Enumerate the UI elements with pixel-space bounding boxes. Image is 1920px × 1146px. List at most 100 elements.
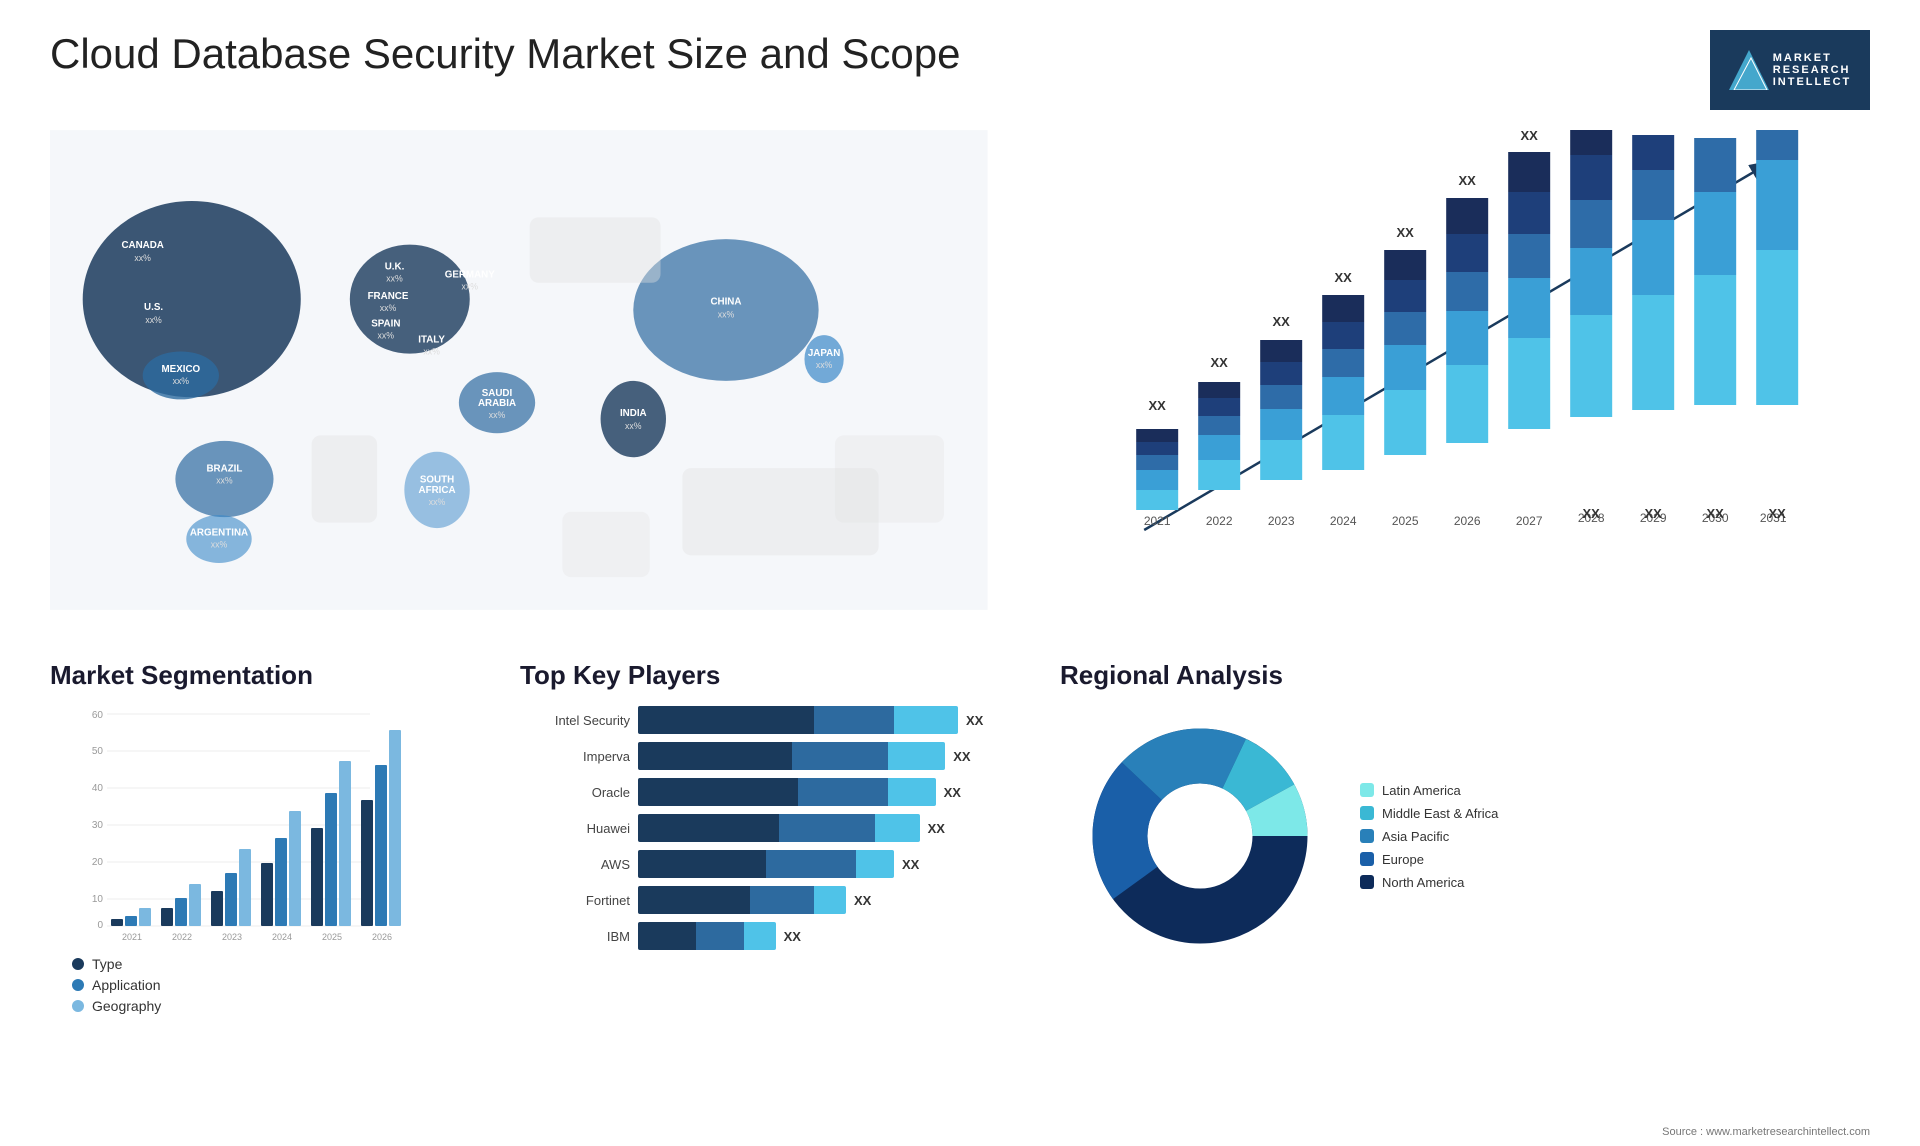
south-africa-label: SOUTH (420, 474, 454, 485)
regional-section: Regional Analysis (1060, 660, 1870, 966)
player-row: Intel Security XX (520, 706, 1040, 734)
page-title: Cloud Database Security Market Size and … (50, 30, 961, 78)
germany-label: GERMANY (445, 269, 496, 280)
bar-2021-s3 (1136, 455, 1178, 470)
france-label: FRANCE (368, 291, 409, 302)
player-bar-dark (638, 706, 814, 734)
player-bar-light (875, 814, 920, 842)
player-bar-mid (779, 814, 875, 842)
player-bar-light (856, 850, 894, 878)
brazil-label: BRAZIL (206, 463, 242, 474)
seg-x-2025: 2025 (322, 932, 342, 942)
player-bar-wrap: XX (638, 886, 1040, 914)
donut-chart (1060, 706, 1340, 966)
saudi-value: xx% (489, 410, 506, 420)
legend-geo: Geography (72, 998, 500, 1014)
logo: MARKET RESEARCH INTELLECT (1710, 30, 1870, 110)
legend-type-dot (72, 958, 84, 970)
player-bar-wrap: XX (638, 778, 1040, 806)
player-bar-wrap: XX (638, 706, 1040, 734)
player-bar-dark (638, 886, 750, 914)
year-2023: 2023 (1267, 514, 1294, 528)
argentina-value: xx% (211, 540, 228, 550)
bar-label-2021: XX (1148, 398, 1166, 413)
uk-value: xx% (386, 274, 403, 284)
player-name: Huawei (520, 821, 630, 836)
growth-chart-svg: XX 2021 XX 2022 XX (1018, 130, 1870, 600)
legend-app: Application (72, 977, 500, 993)
saudi-label2: ARABIA (478, 398, 516, 409)
player-row: Fortinet XX (520, 886, 1040, 914)
player-value: XX (928, 821, 945, 836)
year-2024: 2024 (1329, 514, 1356, 528)
player-bar-mid (798, 778, 888, 806)
bar-label-2023: XX (1272, 314, 1290, 329)
south-africa-value: xx% (429, 497, 446, 507)
player-value: XX (944, 785, 961, 800)
y-label-40: 40 (92, 783, 104, 794)
legend-na: North America (1360, 875, 1498, 890)
bar-label-2031: XX (1768, 506, 1786, 521)
player-row: Imperva XX (520, 742, 1040, 770)
japan-value: xx% (816, 360, 833, 370)
canada-value: xx% (134, 253, 151, 263)
top-section: CANADA xx% U.S. xx% MEXICO xx% BRAZIL xx… (50, 130, 1870, 630)
seg-x-2026: 2026 (372, 932, 392, 942)
legend-app-dot (72, 979, 84, 991)
player-bar-dark (638, 850, 766, 878)
player-name: Oracle (520, 785, 630, 800)
player-name: AWS (520, 857, 630, 872)
players-list: Intel Security XX Imperva XX Oracle XX H… (520, 706, 1040, 950)
player-name: Fortinet (520, 893, 630, 908)
bar-2021-s2 (1136, 442, 1178, 455)
player-bar-light (894, 706, 958, 734)
y-label-50: 50 (92, 746, 104, 757)
year-2021: 2021 (1143, 514, 1170, 528)
player-bar-mid (766, 850, 856, 878)
player-row: Oracle XX (520, 778, 1040, 806)
legend-type: Type (72, 956, 500, 972)
source-text: Source : www.marketresearchintellect.com (1662, 1126, 1870, 1138)
seg-bar-2021-geo (139, 908, 151, 926)
japan-label: JAPAN (808, 348, 840, 359)
legend-mea-label: Middle East & Africa (1382, 806, 1498, 821)
player-bar-dark (638, 922, 696, 950)
player-name: IBM (520, 929, 630, 944)
logo-icon (1729, 50, 1769, 90)
year-2026: 2026 (1453, 514, 1480, 528)
us-value: xx% (145, 315, 162, 325)
player-value: XX (966, 713, 983, 728)
canada-label: CANADA (121, 240, 163, 251)
player-row: AWS XX (520, 850, 1040, 878)
donut-wrap: Latin America Middle East & Africa Asia … (1060, 706, 1870, 966)
player-bar-light (888, 778, 936, 806)
key-players-section: Top Key Players Intel Security XX Imperv… (520, 660, 1040, 966)
seg-x-2023: 2023 (222, 932, 242, 942)
seg-chart-svg: 60 50 40 30 20 10 0 (50, 706, 500, 946)
segmentation-section: Market Segmentation 60 50 40 30 20 10 0 (50, 660, 500, 966)
seg-bar-2021-type (111, 919, 123, 926)
logo-line3: INTELLECT (1773, 76, 1852, 88)
player-bar-light (814, 886, 846, 914)
page: Cloud Database Security Market Size and … (0, 0, 1920, 1146)
logo-box: MARKET RESEARCH INTELLECT (1710, 30, 1870, 110)
legend-europe-label: Europe (1382, 852, 1424, 867)
player-value: XX (854, 893, 871, 908)
player-value: XX (953, 749, 970, 764)
legend-latin-color (1360, 783, 1374, 797)
bar-label-2024: XX (1334, 270, 1352, 285)
player-bar-mid (750, 886, 814, 914)
seg-bar-2021-app (125, 916, 137, 926)
player-value: XX (784, 929, 801, 944)
germany-value: xx% (462, 281, 479, 291)
bar-label-2027: XX (1520, 130, 1538, 143)
key-players-title: Top Key Players (520, 660, 1040, 691)
player-row: IBM XX (520, 922, 1040, 950)
seg-x-2021: 2021 (122, 932, 142, 942)
seg-x-2024: 2024 (272, 932, 292, 942)
bar-label-2029: XX (1644, 506, 1662, 521)
world-map: CANADA xx% U.S. xx% MEXICO xx% BRAZIL xx… (50, 130, 988, 610)
player-bar-dark (638, 778, 798, 806)
legend-europe: Europe (1360, 852, 1498, 867)
legend-geo-dot (72, 1000, 84, 1012)
